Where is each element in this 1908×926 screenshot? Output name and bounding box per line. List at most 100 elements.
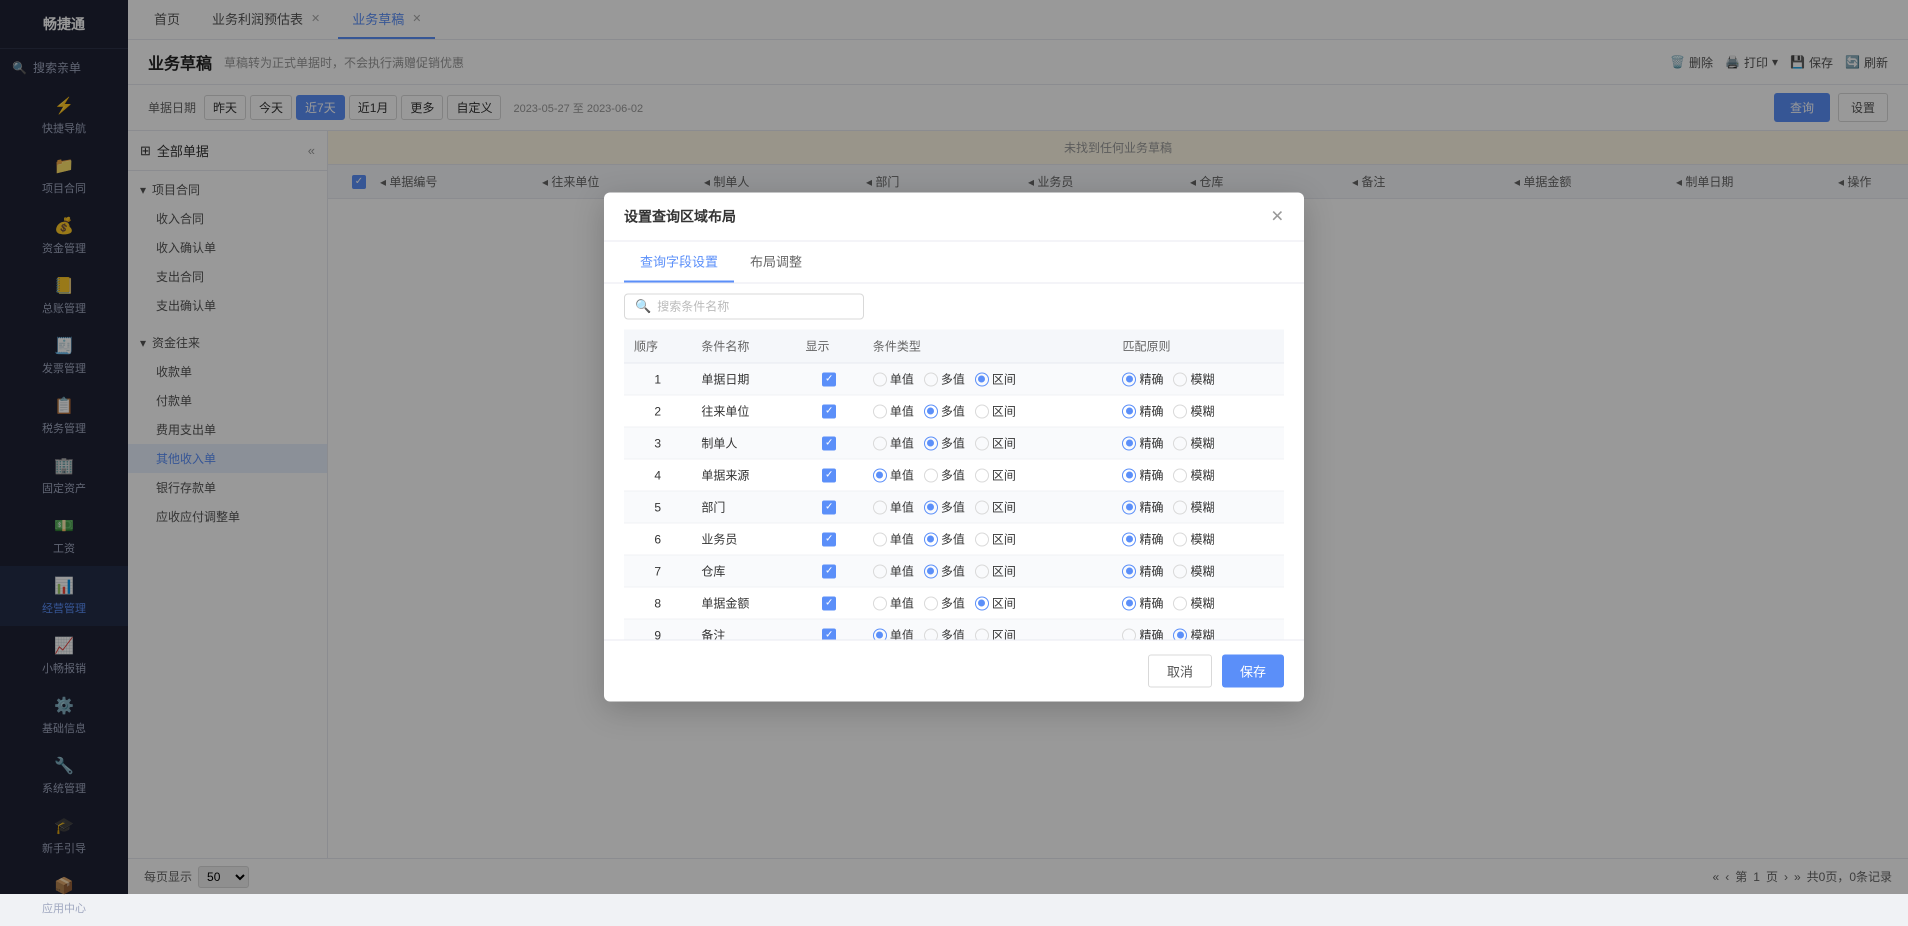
tab-field-settings[interactable]: 查询字段设置	[624, 242, 734, 283]
radio-circle-多值-7	[924, 564, 938, 578]
cell-match-2: 精确模糊	[1112, 395, 1284, 427]
modal-search-input[interactable]	[657, 300, 837, 314]
cell-type-1: 单值多值区间	[863, 363, 1113, 395]
cell-name-2: 往来单位	[691, 395, 795, 427]
match-radio-精确-8[interactable]: 精确	[1122, 595, 1163, 612]
type-radio-group-8: 单值多值区间	[873, 595, 1103, 612]
modal-search-area: 🔍	[604, 284, 1304, 330]
match-radio-精确-4[interactable]: 精确	[1122, 467, 1163, 484]
type-radio-区间-7[interactable]: 区间	[975, 563, 1016, 580]
match-radio-模糊-9[interactable]: 模糊	[1173, 627, 1214, 640]
cell-match-4: 精确模糊	[1112, 459, 1284, 491]
cell-order-2: 2	[624, 395, 691, 427]
match-radio-模糊-7[interactable]: 模糊	[1173, 563, 1214, 580]
radio-circle-单值-1	[873, 372, 887, 386]
cell-name-9: 备注	[691, 619, 795, 640]
radio-circle-多值-9	[924, 628, 938, 640]
cell-show-1	[795, 363, 862, 395]
tab-layout[interactable]: 布局调整	[734, 242, 818, 283]
type-radio-单值-1[interactable]: 单值	[873, 371, 914, 388]
cancel-button[interactable]: 取消	[1148, 655, 1212, 688]
cell-order-8: 8	[624, 587, 691, 619]
type-radio-多值-2[interactable]: 多值	[924, 403, 965, 420]
type-radio-区间-9[interactable]: 区间	[975, 627, 1016, 640]
cell-show-7	[795, 555, 862, 587]
type-radio-区间-8[interactable]: 区间	[975, 595, 1016, 612]
match-radio-group-8: 精确模糊	[1122, 595, 1274, 612]
modal-header: 设置查询区域布局 ✕	[604, 193, 1304, 242]
match-radio-精确-6[interactable]: 精确	[1122, 531, 1163, 548]
match-radio-模糊-2[interactable]: 模糊	[1173, 403, 1214, 420]
radio-circle-区间-9	[975, 628, 989, 640]
type-radio-多值-8[interactable]: 多值	[924, 595, 965, 612]
type-radio-单值-7[interactable]: 单值	[873, 563, 914, 580]
show-checkbox-6[interactable]	[822, 532, 836, 546]
match-circle-精确-8	[1122, 596, 1136, 610]
type-radio-区间-5[interactable]: 区间	[975, 499, 1016, 516]
match-radio-精确-2[interactable]: 精确	[1122, 403, 1163, 420]
radio-circle-多值-2	[924, 404, 938, 418]
type-radio-单值-2[interactable]: 单值	[873, 403, 914, 420]
show-checkbox-8[interactable]	[822, 596, 836, 610]
type-radio-多值-9[interactable]: 多值	[924, 627, 965, 640]
radio-circle-多值-8	[924, 596, 938, 610]
match-radio-精确-7[interactable]: 精确	[1122, 563, 1163, 580]
settings-table: 顺序 条件名称 显示 条件类型 匹配原则 1单据日期单值多值区间精确模糊2往来单…	[624, 330, 1284, 640]
cell-match-9: 精确模糊	[1112, 619, 1284, 640]
cell-type-3: 单值多值区间	[863, 427, 1113, 459]
show-checkbox-9[interactable]	[822, 628, 836, 640]
match-circle-精确-4	[1122, 468, 1136, 482]
show-checkbox-4[interactable]	[822, 468, 836, 482]
cell-order-5: 5	[624, 491, 691, 523]
match-circle-模糊-7	[1173, 564, 1187, 578]
col-match: 匹配原则	[1112, 330, 1284, 364]
type-radio-多值-1[interactable]: 多值	[924, 371, 965, 388]
cell-order-3: 3	[624, 427, 691, 459]
modal-title: 设置查询区域布局	[624, 207, 736, 227]
cell-name-5: 部门	[691, 491, 795, 523]
cell-show-4	[795, 459, 862, 491]
type-radio-单值-5[interactable]: 单值	[873, 499, 914, 516]
type-radio-多值-7[interactable]: 多值	[924, 563, 965, 580]
type-radio-区间-6[interactable]: 区间	[975, 531, 1016, 548]
type-radio-单值-8[interactable]: 单值	[873, 595, 914, 612]
type-radio-区间-1[interactable]: 区间	[975, 371, 1016, 388]
match-radio-模糊-3[interactable]: 模糊	[1173, 435, 1214, 452]
cell-order-9: 9	[624, 619, 691, 640]
match-circle-精确-5	[1122, 500, 1136, 514]
match-radio-模糊-5[interactable]: 模糊	[1173, 499, 1214, 516]
type-radio-多值-4[interactable]: 多值	[924, 467, 965, 484]
sidebar-label-appstore: 应用中心	[42, 900, 86, 916]
type-radio-多值-6[interactable]: 多值	[924, 531, 965, 548]
type-radio-多值-5[interactable]: 多值	[924, 499, 965, 516]
type-radio-单值-4[interactable]: 单值	[873, 467, 914, 484]
show-checkbox-5[interactable]	[822, 500, 836, 514]
match-radio-精确-5[interactable]: 精确	[1122, 499, 1163, 516]
show-checkbox-1[interactable]	[822, 372, 836, 386]
save-button[interactable]: 保存	[1222, 655, 1284, 688]
type-radio-单值-3[interactable]: 单值	[873, 435, 914, 452]
type-radio-区间-4[interactable]: 区间	[975, 467, 1016, 484]
type-radio-单值-6[interactable]: 单值	[873, 531, 914, 548]
show-checkbox-2[interactable]	[822, 404, 836, 418]
match-radio-group-2: 精确模糊	[1122, 403, 1274, 420]
show-checkbox-7[interactable]	[822, 564, 836, 578]
match-radio-精确-3[interactable]: 精确	[1122, 435, 1163, 452]
cell-name-8: 单据金额	[691, 587, 795, 619]
match-radio-模糊-1[interactable]: 模糊	[1173, 371, 1214, 388]
type-radio-多值-3[interactable]: 多值	[924, 435, 965, 452]
show-checkbox-3[interactable]	[822, 436, 836, 450]
type-radio-单值-9[interactable]: 单值	[873, 627, 914, 640]
type-radio-区间-2[interactable]: 区间	[975, 403, 1016, 420]
match-radio-group-6: 精确模糊	[1122, 531, 1274, 548]
match-radio-精确-9[interactable]: 精确	[1122, 627, 1163, 640]
settings-row-3: 3制单人单值多值区间精确模糊	[624, 427, 1284, 459]
modal-close-btn[interactable]: ✕	[1271, 207, 1284, 227]
match-radio-模糊-6[interactable]: 模糊	[1173, 531, 1214, 548]
radio-circle-多值-4	[924, 468, 938, 482]
match-radio-模糊-8[interactable]: 模糊	[1173, 595, 1214, 612]
type-radio-区间-3[interactable]: 区间	[975, 435, 1016, 452]
match-radio-精确-1[interactable]: 精确	[1122, 371, 1163, 388]
type-radio-group-3: 单值多值区间	[873, 435, 1103, 452]
match-radio-模糊-4[interactable]: 模糊	[1173, 467, 1214, 484]
